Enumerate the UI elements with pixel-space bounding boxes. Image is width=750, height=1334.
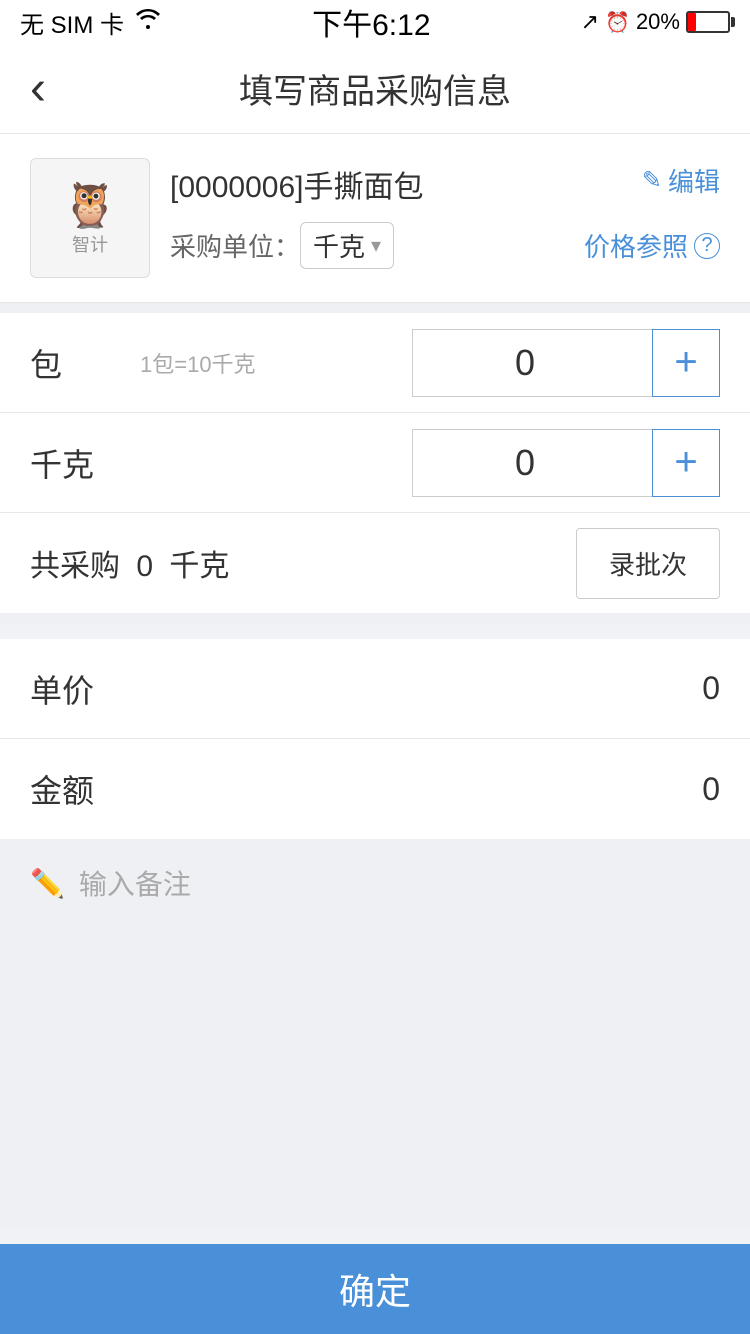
sim-text: 无 SIM 卡 — [20, 5, 124, 40]
summary-row: 共采购 0 千克 录批次 — [0, 513, 750, 613]
unit-selector[interactable]: 千克 ▾ — [300, 222, 394, 269]
edit-icon: ✎ — [642, 166, 662, 195]
bag-input-row: 包 1包=10千克 + — [0, 313, 750, 413]
price-ref-button[interactable]: 价格参照 ? — [584, 227, 720, 264]
kg-input-controls: + — [412, 429, 720, 497]
alarm-icon: ⏰ — [605, 10, 630, 35]
edit-button[interactable]: ✎ 编辑 — [642, 162, 720, 199]
bag-label: 包 — [30, 340, 130, 386]
kg-label: 千克 — [30, 440, 130, 486]
price-ref-label: 价格参照 — [584, 227, 688, 264]
status-right: ↗ ⏰ 20% — [581, 9, 730, 35]
unit-label: 采购单位： — [170, 227, 300, 264]
bag-input-controls: + — [412, 329, 720, 397]
summary-label: 共采购 0 千克 — [30, 541, 229, 585]
product-info: [0000006]手撕面包 采购单位： 千克 ▾ 价格参照 ? — [170, 158, 720, 269]
kg-quantity-input[interactable] — [412, 429, 652, 497]
back-button[interactable]: ‹ — [30, 61, 90, 116]
bag-sublabel: 1包=10千克 — [140, 347, 256, 379]
unit-price-value: 0 — [702, 670, 720, 707]
nav-bar: ‹ 填写商品采购信息 — [0, 44, 750, 134]
bottom-spacer — [0, 927, 750, 1227]
product-owl-icon: 🦉 — [63, 179, 118, 231]
product-name: [0000006]手撕面包 — [170, 162, 720, 206]
remark-section[interactable]: ✏️ 输入备注 — [0, 839, 750, 927]
pencil-icon: ✏️ — [30, 867, 65, 900]
summary-value: 0 — [136, 550, 153, 583]
battery-icon — [686, 11, 730, 33]
price-ref-help-icon: ? — [694, 233, 720, 259]
product-image: 🦉 智计 — [30, 158, 150, 278]
batch-button[interactable]: 录批次 — [576, 528, 720, 599]
input-section: 包 1包=10千克 + 千克 + — [0, 313, 750, 513]
kg-input-row: 千克 + — [0, 413, 750, 513]
unit-value: 千克 — [313, 227, 365, 264]
chevron-down-icon: ▾ — [371, 233, 381, 258]
page-title: 填写商品采购信息 — [239, 64, 511, 113]
bag-quantity-input[interactable] — [412, 329, 652, 397]
kg-plus-button[interactable]: + — [652, 429, 720, 497]
product-card: 🦉 智计 [0000006]手撕面包 采购单位： 千克 ▾ 价格参照 ? — [0, 134, 750, 303]
battery-percent: 20% — [636, 9, 680, 35]
confirm-button[interactable]: 确定 — [0, 1244, 750, 1334]
product-image-label: 智计 — [72, 231, 108, 257]
location-icon: ↗ — [581, 9, 599, 35]
summary-unit: 千克 — [169, 550, 229, 583]
status-left: 无 SIM 卡 — [20, 5, 162, 40]
amount-value: 0 — [702, 771, 720, 808]
status-bar: 无 SIM 卡 下午6:12 ↗ ⏰ 20% — [0, 0, 750, 44]
wifi-icon — [134, 8, 162, 36]
edit-label: 编辑 — [668, 162, 720, 199]
bag-plus-button[interactable]: + — [652, 329, 720, 397]
unit-price-row: 单价 0 — [0, 639, 750, 739]
status-time: 下午6:12 — [312, 0, 430, 44]
amount-label: 金额 — [30, 766, 130, 812]
remark-placeholder: 输入备注 — [79, 863, 191, 903]
amount-row: 金额 0 — [0, 739, 750, 839]
price-info-section: 单价 0 金额 0 — [0, 639, 750, 839]
unit-price-label: 单价 — [30, 666, 130, 712]
